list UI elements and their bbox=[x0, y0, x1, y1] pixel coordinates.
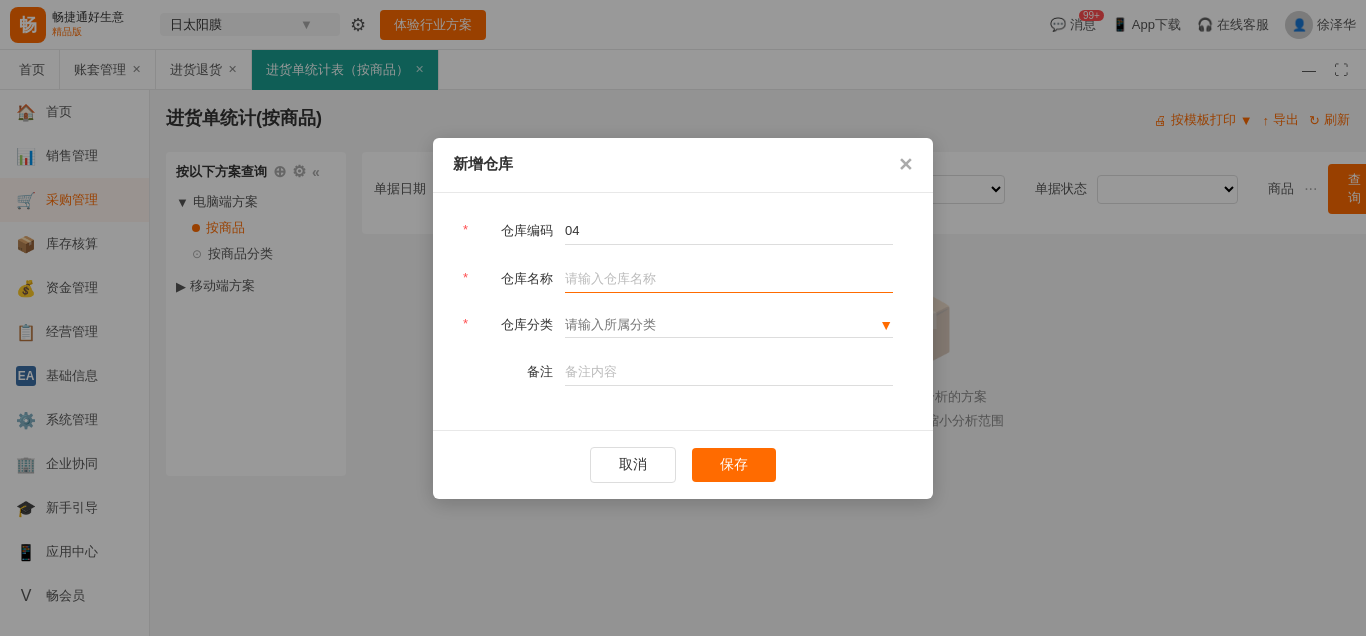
note-label: 备注 bbox=[473, 363, 553, 381]
form-row-category: 仓库分类 ▼ bbox=[473, 313, 893, 338]
category-arrow-icon: ▼ bbox=[879, 317, 893, 333]
name-label: 仓库名称 bbox=[473, 270, 553, 288]
modal-overlay[interactable]: 新增仓库 ✕ 仓库编码 仓库名称 仓库分类 ▼ bbox=[0, 0, 1366, 636]
modal-header: 新增仓库 ✕ bbox=[433, 138, 933, 193]
category-select-wrapper[interactable]: ▼ bbox=[565, 313, 893, 338]
category-input[interactable] bbox=[565, 317, 879, 332]
cancel-button[interactable]: 取消 bbox=[590, 447, 676, 483]
code-input[interactable] bbox=[565, 217, 893, 245]
form-row-note: 备注 bbox=[473, 358, 893, 386]
modal-close-button[interactable]: ✕ bbox=[898, 154, 913, 176]
modal-body: 仓库编码 仓库名称 仓库分类 ▼ 备注 bbox=[433, 193, 933, 430]
form-row-code: 仓库编码 bbox=[473, 217, 893, 245]
save-button[interactable]: 保存 bbox=[692, 448, 776, 482]
form-row-name: 仓库名称 bbox=[473, 265, 893, 293]
code-label: 仓库编码 bbox=[473, 222, 553, 240]
note-input[interactable] bbox=[565, 358, 893, 386]
modal-footer: 取消 保存 bbox=[433, 430, 933, 499]
modal: 新增仓库 ✕ 仓库编码 仓库名称 仓库分类 ▼ bbox=[433, 138, 933, 499]
name-input[interactable] bbox=[565, 265, 893, 293]
category-label: 仓库分类 bbox=[473, 316, 553, 334]
modal-title: 新增仓库 bbox=[453, 155, 513, 174]
